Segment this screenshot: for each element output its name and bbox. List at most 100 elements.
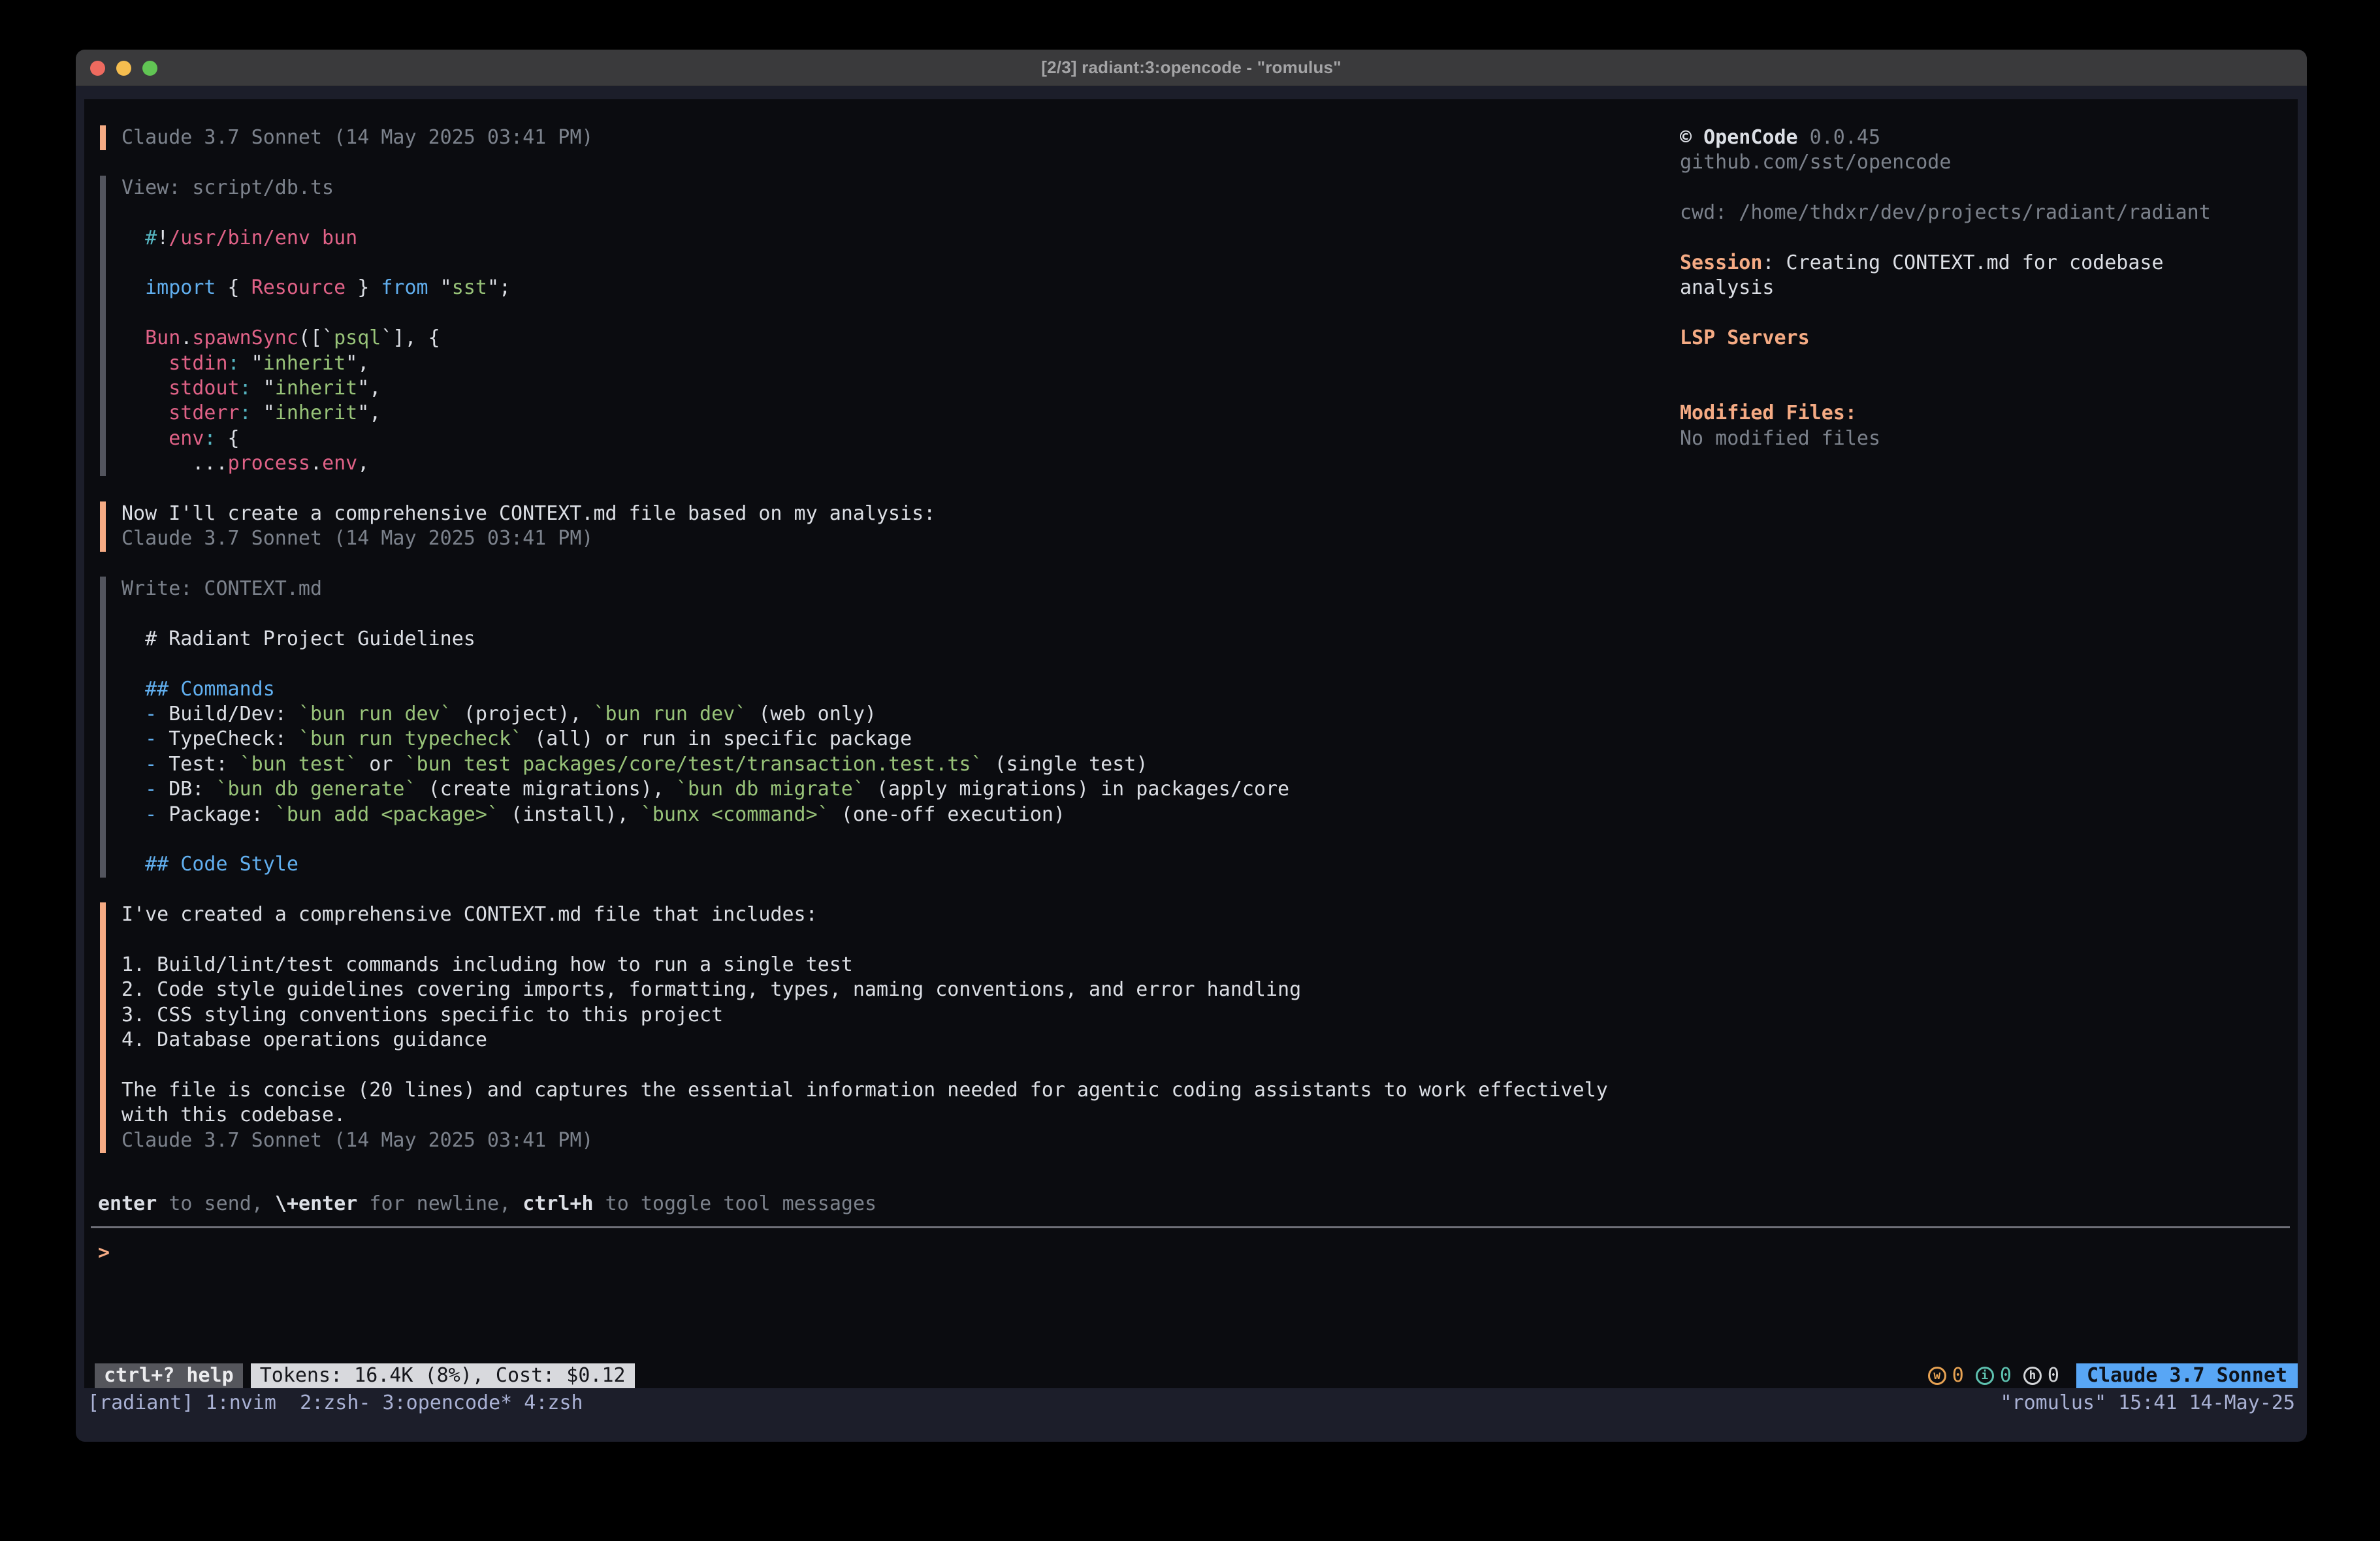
sidebar-line — [1680, 301, 2300, 326]
text-span: - — [145, 727, 157, 750]
hint-line: enter to send, \+enter for newline, ctrl… — [98, 1192, 876, 1216]
chat-gap — [84, 552, 1671, 577]
chat-line: import { Resource } from "sst"; — [121, 276, 1671, 300]
text-span: (install), — [499, 803, 641, 826]
text-span: from — [381, 276, 428, 299]
tokens-cost-badge: Tokens: 16.4K (8%), Cost: $0.12 — [251, 1363, 635, 1388]
text-span: to toggle tool messages — [594, 1192, 876, 1215]
text-span: Package: — [157, 803, 275, 826]
text-span: (project), — [452, 703, 594, 725]
chat-gap — [84, 476, 1671, 501]
text-span: "; — [487, 276, 511, 299]
chat-line: env: { — [121, 426, 1671, 451]
text-span: View: script/db.ts — [121, 176, 334, 199]
text-span: ctrl+h — [523, 1192, 593, 1215]
text-span: # — [145, 227, 157, 249]
minimize-button[interactable] — [116, 61, 131, 76]
terminal-window: [2/3] radiant:3:opencode - "romulus" Cla… — [76, 50, 2307, 1442]
text-span: Bun — [145, 326, 180, 349]
chat-line — [121, 827, 1671, 852]
text-span: enter — [98, 1192, 157, 1215]
i-circle-icon: i — [1976, 1367, 1994, 1385]
window-titlebar[interactable]: [2/3] radiant:3:opencode - "romulus" — [76, 50, 2307, 86]
sidebar-line: LSP Servers — [1680, 326, 2300, 351]
text-span: Claude 3.7 Sonnet (14 May 2025 03:41 PM) — [121, 527, 593, 550]
diagnostic-count: 0 — [2048, 1363, 2059, 1388]
chat-line: - TypeCheck: `bun run typecheck` (all) o… — [121, 727, 1671, 752]
text-span: " — [251, 377, 275, 400]
chat-line: 4. Database operations guidance — [121, 1028, 1671, 1053]
statusbar: ctrl+? help Tokens: 16.4K (8%), Cost: $0… — [95, 1363, 2298, 1388]
chat-line: Claude 3.7 Sonnet (14 May 2025 03:41 PM) — [121, 526, 1671, 551]
text-span: ... — [121, 452, 228, 475]
sidebar-line — [1680, 351, 2300, 376]
message-input[interactable]: > — [98, 1241, 110, 1265]
diagnostic-count: 0 — [1952, 1363, 1964, 1388]
text-span: Claude 3.7 Sonnet (14 May 2025 03:41 PM) — [121, 1129, 593, 1152]
text-span: { — [216, 427, 240, 450]
text-span: Modified Files: — [1680, 402, 1857, 424]
chat-gap — [84, 1153, 1671, 1178]
chat-line — [121, 251, 1671, 276]
text-span: 3. CSS styling conventions specific to t… — [121, 1004, 723, 1026]
diagnostic-count: 0 — [2000, 1363, 2012, 1388]
text-span: analysis — [1680, 276, 1775, 299]
text-span — [121, 427, 169, 450]
text-span: Resource — [251, 276, 346, 299]
text-span: sst — [452, 276, 487, 299]
sidebar-line — [1680, 226, 2300, 251]
chat-line — [121, 928, 1671, 953]
sidebar-line: cwd: /home/thdxr/dev/projects/radiant/ra… — [1680, 200, 2300, 225]
sidebar: © OpenCode 0.0.45github.com/sst/opencode… — [1680, 125, 2300, 451]
text-span: `bun run typecheck` — [298, 727, 523, 750]
chat-line: View: script/db.ts — [121, 176, 1671, 200]
chat-block-tool: Write: CONTEXT.md # Radiant Project Guid… — [100, 577, 1671, 878]
diagnostic-h: h0 — [2023, 1363, 2059, 1388]
text-span: to send, — [157, 1192, 275, 1215]
text-span: : — [240, 377, 251, 400]
chat-line: ## Code Style — [121, 852, 1671, 877]
text-span: ! — [157, 227, 169, 249]
text-span: . — [180, 326, 192, 349]
chat-line: stderr: "inherit", — [121, 401, 1671, 426]
tmux-host-clock: "romulus" 15:41 14-May-25 — [2000, 1391, 2295, 1414]
chat-block-assistant: Claude 3.7 Sonnet (14 May 2025 03:41 PM) — [100, 125, 1671, 150]
text-span: 2. Code style guidelines covering import… — [121, 978, 1301, 1001]
text-span: 4. Database operations guidance — [121, 1028, 487, 1051]
text-span: # Radiant Project Guidelines — [121, 628, 475, 650]
chat-line: stdin: "inherit", — [121, 351, 1671, 376]
chat-line: #!/usr/bin/env bun — [121, 226, 1671, 251]
text-span: . — [310, 452, 322, 475]
help-badge[interactable]: ctrl+? help — [95, 1363, 243, 1388]
chat-line: ## Commands — [121, 677, 1671, 702]
chat-line: Claude 3.7 Sonnet (14 May 2025 03:41 PM) — [121, 125, 1671, 150]
text-span: Now I'll create a comprehensive CONTEXT.… — [121, 502, 935, 525]
text-span — [121, 727, 145, 750]
statusbar-spacer — [635, 1363, 1928, 1388]
chat-gap — [84, 878, 1671, 902]
chat-line: 3. CSS styling conventions specific to t… — [121, 1003, 1671, 1028]
text-span: Test: — [157, 753, 239, 776]
chat-line — [121, 652, 1671, 676]
input-separator — [91, 1226, 2290, 1228]
text-span: Session — [1680, 251, 1762, 274]
chat-block-assistant: I've created a comprehensive CONTEXT.md … — [100, 902, 1671, 1153]
chat-block-assistant: Now I'll create a comprehensive CONTEXT.… — [100, 501, 1671, 552]
chat-line: I've created a comprehensive CONTEXT.md … — [121, 902, 1671, 927]
text-span: } — [346, 276, 381, 299]
zoom-button[interactable] — [142, 61, 157, 76]
text-span: 1. Build/lint/test commands including ho… — [121, 953, 853, 976]
text-span: `bun run dev` — [298, 703, 452, 725]
text-span: ## Commands — [145, 678, 275, 701]
text-span: " — [251, 402, 275, 424]
chat-line: 1. Build/lint/test commands including ho… — [121, 953, 1671, 977]
text-span: \+enter — [275, 1192, 357, 1215]
tmux-session-windows[interactable]: [radiant] 1:nvim 2:zsh- 3:opencode* 4:zs… — [88, 1391, 583, 1414]
close-button[interactable] — [90, 61, 105, 76]
text-span: TypeCheck: — [157, 727, 298, 750]
text-span: - — [145, 703, 157, 725]
sidebar-line — [1680, 176, 2300, 200]
model-badge[interactable]: Claude 3.7 Sonnet — [2076, 1363, 2298, 1388]
chat-line: with this codebase. — [121, 1103, 1671, 1128]
chat[interactable]: Claude 3.7 Sonnet (14 May 2025 03:41 PM)… — [84, 125, 1671, 1178]
